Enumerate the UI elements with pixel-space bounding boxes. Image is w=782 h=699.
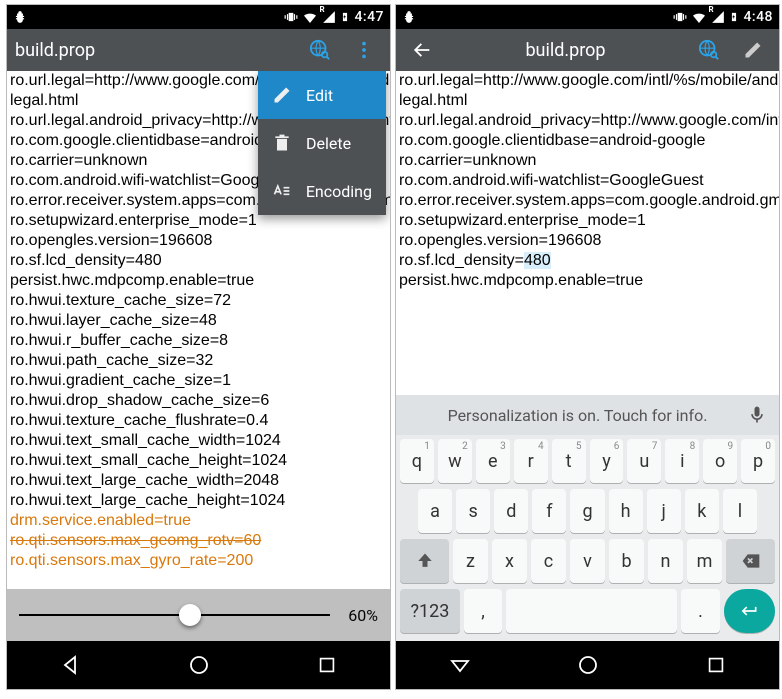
nav-back-icon[interactable] [59, 653, 83, 677]
phone-left: R 4:47 build.prop ro.url.legal=http://ww… [6, 4, 391, 690]
context-menu: Edit Delete Encoding [258, 71, 386, 215]
nav-recent-icon[interactable] [316, 654, 338, 676]
key-j[interactable]: j [647, 489, 681, 533]
vibrate-icon [673, 10, 687, 24]
key-s[interactable]: s [456, 489, 490, 533]
key-w[interactable]: 2w [438, 439, 472, 483]
debug-icon [402, 9, 416, 25]
key-b[interactable]: b [609, 539, 644, 583]
mic-icon[interactable] [747, 405, 767, 425]
key-p[interactable]: 0p [741, 439, 775, 483]
enter-icon [739, 601, 759, 621]
key-m[interactable]: m [687, 539, 722, 583]
slider-track[interactable] [19, 614, 330, 616]
nav-back-down-icon[interactable] [448, 653, 472, 677]
key-r[interactable]: 4r [514, 439, 548, 483]
key-z[interactable]: z [453, 539, 488, 583]
keyboard: 1q2w3e4r5t6y7u8i9o0p asdfghjkl zxcvbnm ?… [396, 435, 779, 641]
key-c[interactable]: c [531, 539, 566, 583]
clock: 4:47 [354, 9, 384, 25]
app-bar: build.prop [7, 29, 390, 71]
globe-search-button[interactable] [302, 32, 338, 68]
key-k[interactable]: k [685, 489, 719, 533]
overflow-menu-button[interactable] [346, 32, 382, 68]
key-u[interactable]: 7u [627, 439, 661, 483]
text-selection[interactable]: 480 [524, 252, 551, 269]
text-editor[interactable]: ro.url.legal=http://www.google.com/intl/… [396, 71, 779, 641]
suggestion-text: Personalization is on. Touch for info. [408, 406, 747, 425]
page-title: build.prop [448, 40, 683, 61]
menu-delete-label: Delete [306, 134, 351, 153]
key-x[interactable]: x [492, 539, 527, 583]
key-o[interactable]: 9o [703, 439, 737, 483]
vibrate-icon [284, 10, 298, 24]
scroll-progress-slider[interactable]: 60% [7, 589, 390, 641]
key-y[interactable]: 6y [590, 439, 624, 483]
globe-search-icon [698, 39, 720, 61]
key-enter[interactable] [724, 589, 775, 633]
menu-encoding[interactable]: Encoding [258, 167, 386, 215]
battery-charging-icon [729, 10, 739, 24]
backspace-icon [741, 551, 761, 571]
menu-edit-label: Edit [306, 86, 333, 105]
menu-edit[interactable]: Edit [258, 71, 386, 119]
key-l[interactable]: l [723, 489, 757, 533]
key-comma[interactable]: , [464, 589, 502, 633]
page-title: build.prop [15, 40, 294, 61]
key-t[interactable]: 5t [552, 439, 586, 483]
pencil-icon [743, 40, 763, 60]
wifi-icon [302, 9, 318, 25]
slider-thumb[interactable] [179, 604, 201, 626]
slider-percent: 60% [330, 606, 378, 625]
file-text[interactable]: ro.url.legal=http://www.google.com/intl/… [396, 71, 779, 395]
wifi-icon [691, 9, 707, 25]
keyboard-suggestion-bar[interactable]: Personalization is on. Touch for info. [396, 395, 779, 435]
globe-search-button[interactable] [691, 32, 727, 68]
edit-pencil-button[interactable] [735, 32, 771, 68]
app-bar: build.prop [396, 29, 779, 71]
clock: 4:48 [743, 9, 773, 25]
nav-home-icon[interactable] [576, 653, 600, 677]
key-space[interactable] [506, 589, 677, 633]
encoding-icon [272, 181, 292, 201]
nav-home-icon[interactable] [187, 653, 211, 677]
battery-charging-icon [340, 10, 350, 24]
key-e[interactable]: 3e [476, 439, 510, 483]
key-shift[interactable] [400, 539, 449, 583]
shift-icon [415, 551, 435, 571]
key-v[interactable]: v [570, 539, 605, 583]
key-q[interactable]: 1q [400, 439, 434, 483]
overflow-icon [353, 39, 375, 61]
menu-encoding-label: Encoding [306, 182, 372, 201]
key-symbols[interactable]: ?123 [400, 589, 460, 633]
key-a[interactable]: a [418, 489, 452, 533]
phone-right: R 4:48 build.prop ro.url.legal=http://ww… [395, 4, 780, 690]
key-h[interactable]: h [609, 489, 643, 533]
key-n[interactable]: n [648, 539, 683, 583]
key-f[interactable]: f [532, 489, 566, 533]
status-bar: R 4:47 [7, 5, 390, 29]
text-content[interactable]: ro.url.legal=http://www.google.com/intl/… [7, 71, 390, 641]
key-i[interactable]: 8i [665, 439, 699, 483]
key-period[interactable]: . [681, 589, 719, 633]
back-button[interactable] [404, 32, 440, 68]
arrow-left-icon [411, 39, 433, 61]
key-backspace[interactable] [726, 539, 775, 583]
nav-bar [7, 641, 390, 689]
menu-delete[interactable]: Delete [258, 119, 386, 167]
pencil-icon [272, 85, 292, 105]
status-bar: R 4:48 [396, 5, 779, 29]
globe-search-icon [309, 39, 331, 61]
nav-recent-icon[interactable] [705, 654, 727, 676]
debug-icon [13, 9, 27, 25]
key-d[interactable]: d [494, 489, 528, 533]
nav-bar [396, 641, 779, 689]
key-g[interactable]: g [570, 489, 604, 533]
trash-icon [272, 133, 292, 153]
